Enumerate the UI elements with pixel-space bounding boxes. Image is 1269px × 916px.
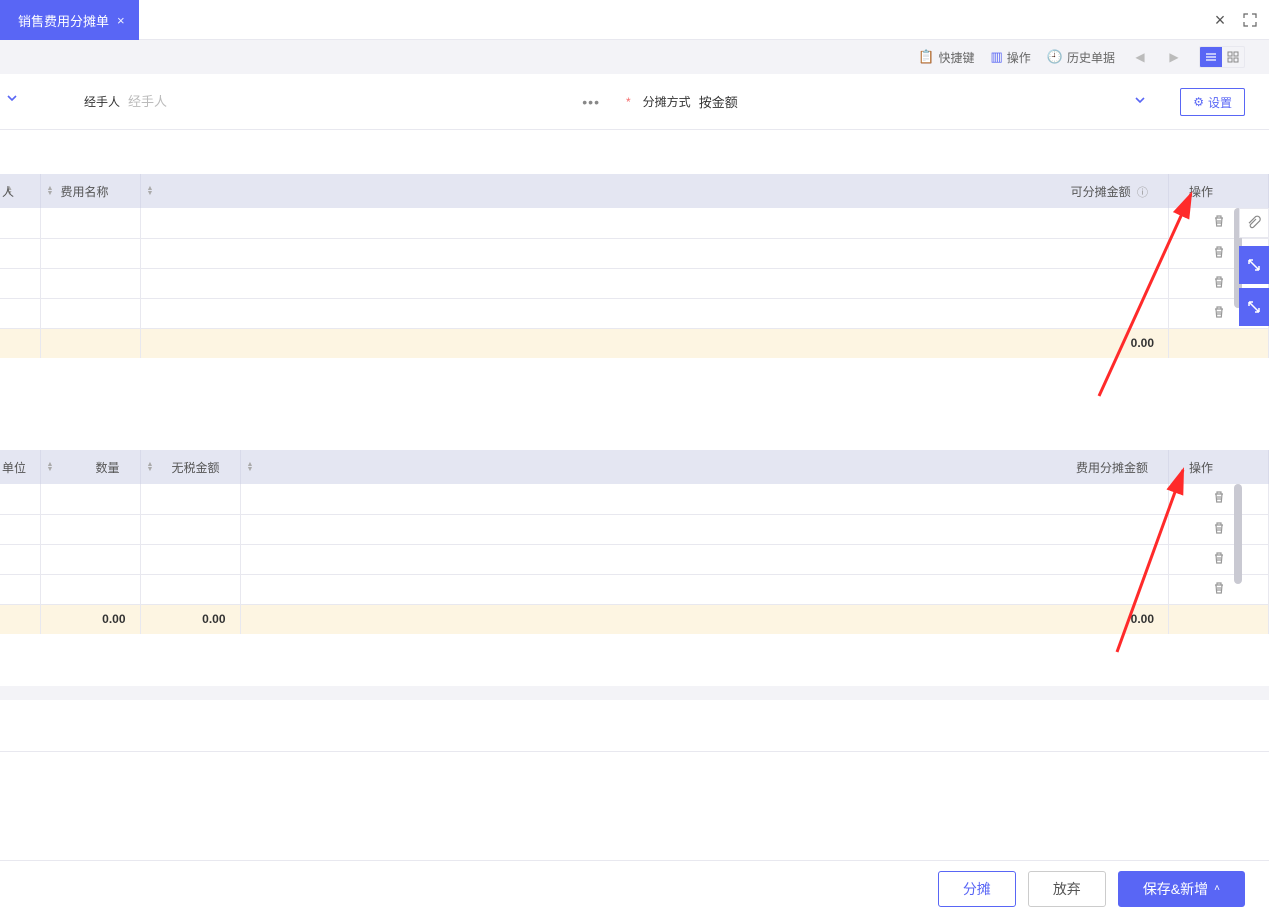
method-dropdown-icon[interactable] (1134, 94, 1146, 109)
page-tab[interactable]: 销售费用分摊单 × (0, 0, 139, 40)
shortcut-label: 快捷键 (938, 49, 974, 66)
handler-picker-icon[interactable]: ••• (582, 94, 600, 110)
help-icon[interactable]: ⓘ (1137, 187, 1148, 199)
delete-icon[interactable] (1212, 245, 1226, 259)
attachment-icon[interactable] (1239, 208, 1269, 238)
shortcut-button[interactable]: 📋 快捷键 (918, 49, 974, 66)
table-row[interactable] (0, 544, 1269, 574)
grid-icon: ▥ (990, 49, 1002, 65)
sales-total-row: 0.00 0.00 0.00 (0, 604, 1269, 634)
clipboard-icon: 📋 (918, 49, 934, 65)
operate-label: 操作 (1007, 49, 1031, 66)
delete-icon[interactable] (1212, 551, 1226, 565)
settings-button[interactable]: ⚙ 设置 (1180, 88, 1245, 116)
close-tab-icon[interactable]: × (117, 13, 125, 28)
fee-th-op: 操作 (1169, 174, 1269, 208)
history-label: 历史单据 (1067, 49, 1115, 66)
fee-total-row: 0.00 (0, 328, 1269, 358)
close-icon[interactable]: × (1205, 0, 1235, 40)
sales-th-unit: 单位 (0, 450, 40, 484)
sales-th-op: 操作 (1169, 450, 1269, 484)
table-row[interactable] (0, 238, 1269, 268)
sales-th-feealloc: ▲▼ 费用分摊金额 (240, 450, 1169, 484)
discard-button[interactable]: 放弃 (1028, 871, 1106, 907)
chevron-up-icon: ˄ (1214, 883, 1220, 894)
save-new-button[interactable]: 保存&新增 ˄ (1118, 871, 1245, 907)
fee-th-allocatable: ▲▼ 可分摊金额 ⓘ (140, 174, 1169, 208)
allocate-label: 分摊 (963, 879, 991, 899)
history-icon: 🕘 (1047, 49, 1063, 65)
save-new-label: 保存&新增 (1143, 879, 1208, 899)
expand-panel-icon[interactable] (1239, 246, 1269, 284)
table-row[interactable] (0, 484, 1269, 514)
sort-icon[interactable]: ▲▼ (247, 462, 254, 472)
view-toggle-list[interactable] (1200, 47, 1222, 67)
sales-table: 单位 ▲▼ 数量 ▲▼ 无税金额 ▲▼ 费用分摊金额 操 (0, 450, 1269, 634)
fullscreen-icon[interactable] (1235, 0, 1265, 40)
fee-table: ▲▼ 人 ▲▼ 费用名称 ▲▼ 可分摊金额 ⓘ 操作 (0, 174, 1269, 358)
table-row[interactable] (0, 268, 1269, 298)
settings-label: 设置 (1208, 94, 1232, 111)
sort-icon[interactable]: ▲▼ (147, 462, 154, 472)
sales-th-notax: ▲▼ 无税金额 (140, 450, 240, 484)
fee-th-party: ▲▼ 人 (0, 174, 40, 208)
expand-panel-icon-2[interactable] (1239, 288, 1269, 326)
handler-label: 经手人 (84, 93, 120, 110)
delete-icon[interactable] (1212, 305, 1226, 319)
method-label: 分摊方式 (643, 93, 691, 110)
sort-icon[interactable]: ▲▼ (147, 186, 154, 196)
delete-icon[interactable] (1212, 275, 1226, 289)
sales-total-notax: 0.00 (140, 604, 240, 634)
collapse-left-icon[interactable] (6, 92, 18, 107)
prev-record-icon[interactable]: ◀ (1131, 47, 1149, 67)
delete-icon[interactable] (1212, 581, 1226, 595)
sales-total-qty: 0.00 (40, 604, 140, 634)
sales-th-qty: ▲▼ 数量 (40, 450, 140, 484)
fee-total-allocatable: 0.00 (140, 328, 1169, 358)
table-row[interactable] (0, 574, 1269, 604)
delete-icon[interactable] (1212, 521, 1226, 535)
allocate-button[interactable]: 分摊 (938, 871, 1016, 907)
table-row[interactable] (0, 514, 1269, 544)
gear-icon: ⚙ (1193, 95, 1204, 109)
discard-label: 放弃 (1053, 879, 1081, 899)
sort-icon[interactable]: ▲▼ (47, 462, 54, 472)
sort-icon[interactable]: ▲▼ (47, 186, 54, 196)
delete-icon[interactable] (1212, 214, 1226, 228)
required-mark: * (626, 95, 631, 109)
fee-th-name: ▲▼ 费用名称 (40, 174, 140, 208)
table-row[interactable] (0, 298, 1269, 328)
view-toggle-card[interactable] (1222, 47, 1244, 67)
method-value: 按金额 (699, 92, 1126, 111)
next-record-icon[interactable]: ▶ (1165, 47, 1183, 67)
scrollbar[interactable] (1234, 484, 1242, 584)
sales-total-feealloc: 0.00 (240, 604, 1169, 634)
table-row[interactable] (0, 208, 1269, 238)
history-button[interactable]: 🕘 历史单据 (1047, 49, 1115, 66)
operate-button[interactable]: ▥ 操作 (990, 49, 1030, 66)
handler-input[interactable] (128, 90, 604, 114)
page-tab-label: 销售费用分摊单 (18, 11, 109, 30)
delete-icon[interactable] (1212, 490, 1226, 504)
